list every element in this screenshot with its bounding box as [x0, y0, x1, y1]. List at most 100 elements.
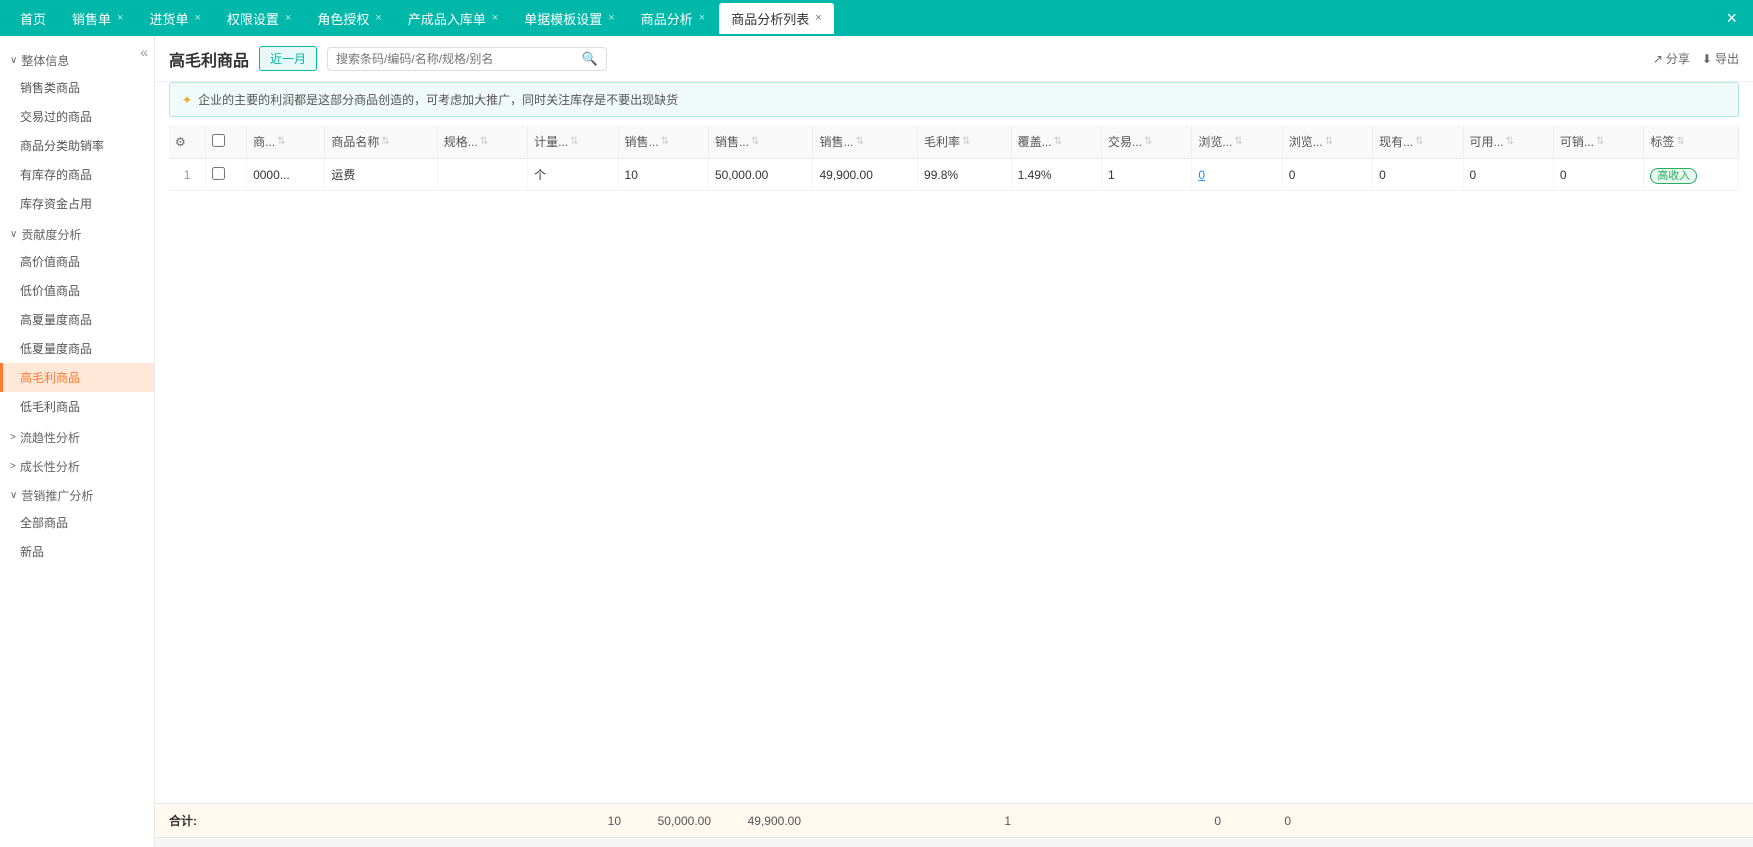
col-header-grossRate[interactable]: 毛利率⇅: [918, 125, 1012, 159]
close-tab-icon[interactable]: ×: [285, 12, 291, 24]
search-icon[interactable]: 🔍: [582, 51, 598, 67]
sort-icon[interactable]: ⇅: [856, 136, 864, 147]
sort-icon[interactable]: ⇅: [570, 136, 578, 147]
col-header-spec[interactable]: 规格...⇅: [437, 125, 527, 159]
close-tab-icon[interactable]: ×: [194, 12, 200, 24]
sidebar-item-高夏量度商品[interactable]: 高夏量度商品: [0, 305, 154, 334]
close-tab-icon[interactable]: ×: [699, 12, 705, 24]
col-header-tradeCount[interactable]: 交易...⇅: [1101, 125, 1191, 159]
sort-icon[interactable]: ⇅: [1415, 136, 1423, 147]
top-navigation: 首页销售单×进货单×权限设置×角色授权×产成品入库单×单据模板设置×商品分析×商…: [0, 0, 1753, 36]
col-header-settings[interactable]: ⚙: [169, 125, 206, 159]
col-header-salesQty[interactable]: 销售...⇅: [618, 125, 708, 159]
tag-badge: 高收入: [1650, 168, 1697, 184]
col-header-availStock[interactable]: 可用...⇅: [1463, 125, 1553, 159]
table-cell-grossRate: 99.8%: [918, 159, 1012, 191]
sort-icon[interactable]: ⇅: [1506, 136, 1514, 147]
col-header-salesCost[interactable]: 销售...⇅: [813, 125, 918, 159]
sidebar-group-贡献度分析[interactable]: ∨贡献度分析: [0, 218, 154, 247]
export-button[interactable]: ⬇ 导出: [1702, 50, 1739, 67]
close-tab-icon[interactable]: ×: [492, 12, 498, 24]
nav-tab-商品分析列表[interactable]: 商品分析列表×: [719, 3, 833, 34]
sidebar-item-低夏量度商品[interactable]: 低夏量度商品: [0, 334, 154, 363]
sort-icon[interactable]: ⇅: [1144, 136, 1152, 147]
footer-cell-16: [1297, 814, 1367, 828]
sidebar-group-整体信息[interactable]: ∨整体信息: [0, 44, 154, 73]
col-header-code[interactable]: 商...⇅: [247, 125, 325, 159]
nav-tab-单据模板设置[interactable]: 单据模板设置×: [512, 3, 626, 34]
col-header-currentStock[interactable]: 现有...⇅: [1373, 125, 1463, 159]
sidebar-item-低毛利商品[interactable]: 低毛利商品: [0, 392, 154, 421]
sidebar-item-新品[interactable]: 新品: [0, 537, 154, 566]
sidebar-item-销售类商品[interactable]: 销售类商品: [0, 73, 154, 102]
table-cell-viewCount1[interactable]: 0: [1192, 159, 1282, 191]
col-header-viewCount1[interactable]: 浏览...⇅: [1192, 125, 1282, 159]
table-cell-checkbox[interactable]: [206, 159, 247, 191]
col-header-viewCount2[interactable]: 浏览...⇅: [1282, 125, 1372, 159]
nav-tab-商品分析[interactable]: 商品分析×: [629, 3, 717, 34]
sort-icon[interactable]: ⇅: [1325, 136, 1333, 147]
col-header-saleableStock[interactable]: 可销...⇅: [1553, 125, 1643, 159]
close-tab-icon[interactable]: ×: [117, 12, 123, 24]
footer-cell-0: [207, 814, 237, 828]
table-cell-name: 运费: [325, 159, 437, 191]
col-header-checkbox[interactable]: [206, 125, 247, 159]
group-arrow-icon: ∨: [10, 490, 17, 501]
nav-tab-销售单[interactable]: 销售单×: [60, 3, 135, 34]
view-link[interactable]: 0: [1198, 168, 1205, 182]
export-icon: ⬇: [1702, 52, 1712, 66]
sort-icon[interactable]: ⇅: [480, 136, 488, 147]
nav-tab-角色授权[interactable]: 角色授权×: [305, 3, 393, 34]
sidebar-collapse-btn[interactable]: «: [140, 44, 148, 60]
sidebar-group-营销推广分析[interactable]: ∨营销推广分析: [0, 479, 154, 508]
date-filter-button[interactable]: 近一月: [259, 46, 317, 71]
col-header-coverRate[interactable]: 覆盖...⇅: [1011, 125, 1101, 159]
col-header-tag[interactable]: 标签⇅: [1644, 125, 1739, 159]
sidebar-group-成长性分析[interactable]: >成长性分析: [0, 450, 154, 479]
col-header-name[interactable]: 商品名称⇅: [325, 125, 437, 159]
sidebar-item-高毛利商品[interactable]: 高毛利商品: [0, 363, 154, 392]
nav-tab-权限设置[interactable]: 权限设置×: [215, 3, 303, 34]
search-container: 🔍: [327, 47, 607, 71]
table-cell-saleableStock: 0: [1553, 159, 1643, 191]
nav-tab-首页[interactable]: 首页: [8, 3, 58, 34]
sidebar-item-全部商品[interactable]: 全部商品: [0, 508, 154, 537]
sort-icon[interactable]: ⇅: [962, 136, 970, 147]
bottom-scrollbar[interactable]: [155, 837, 1753, 847]
footer-cell-8: 49,900.00: [717, 814, 807, 828]
column-settings-icon[interactable]: ⚙: [175, 135, 186, 149]
sort-icon[interactable]: ⇅: [1596, 136, 1604, 147]
sort-icon[interactable]: ⇅: [381, 136, 389, 147]
sidebar-item-低价值商品[interactable]: 低价值商品: [0, 276, 154, 305]
sidebar: « ∨整体信息销售类商品交易过的商品商品分类助销率有库存的商品库存资金占用∨贡献…: [0, 36, 155, 847]
sidebar-item-高价值商品[interactable]: 高价值商品: [0, 247, 154, 276]
footer-cell-1: [237, 814, 267, 828]
search-input[interactable]: [336, 52, 577, 66]
close-all-tabs-button[interactable]: ×: [1718, 8, 1745, 29]
col-header-salesAmt[interactable]: 销售...⇅: [708, 125, 813, 159]
sort-icon[interactable]: ⇅: [661, 136, 669, 147]
sort-icon[interactable]: ⇅: [1676, 136, 1684, 147]
col-header-unit[interactable]: 计量...⇅: [528, 125, 618, 159]
nav-tab-产成品入库单[interactable]: 产成品入库单×: [396, 3, 510, 34]
sort-icon[interactable]: ⇅: [277, 136, 285, 147]
sidebar-item-交易过的商品[interactable]: 交易过的商品: [0, 102, 154, 131]
select-all-checkbox[interactable]: [212, 134, 225, 147]
sidebar-item-商品分类助销率[interactable]: 商品分类助销率: [0, 131, 154, 160]
sidebar-group-流趋性分析[interactable]: >流趋性分析: [0, 421, 154, 450]
sidebar-item-有库存的商品[interactable]: 有库存的商品: [0, 160, 154, 189]
nav-tab-进货单[interactable]: 进货单×: [137, 3, 212, 34]
row-checkbox[interactable]: [212, 167, 225, 180]
page-title: 高毛利商品: [169, 47, 249, 71]
footer-cell-3: [327, 814, 427, 828]
close-tab-icon[interactable]: ×: [815, 12, 821, 24]
sidebar-item-库存资金占用[interactable]: 库存资金占用: [0, 189, 154, 218]
close-tab-icon[interactable]: ×: [375, 12, 381, 24]
sort-icon[interactable]: ⇅: [1054, 136, 1062, 147]
close-tab-icon[interactable]: ×: [608, 12, 614, 24]
share-button[interactable]: ↗ 分享: [1653, 50, 1690, 67]
sort-icon[interactable]: ⇅: [751, 136, 759, 147]
group-arrow-icon: ∨: [10, 55, 17, 66]
sort-icon[interactable]: ⇅: [1234, 136, 1242, 147]
footer-cell-11: 1: [947, 814, 1017, 828]
